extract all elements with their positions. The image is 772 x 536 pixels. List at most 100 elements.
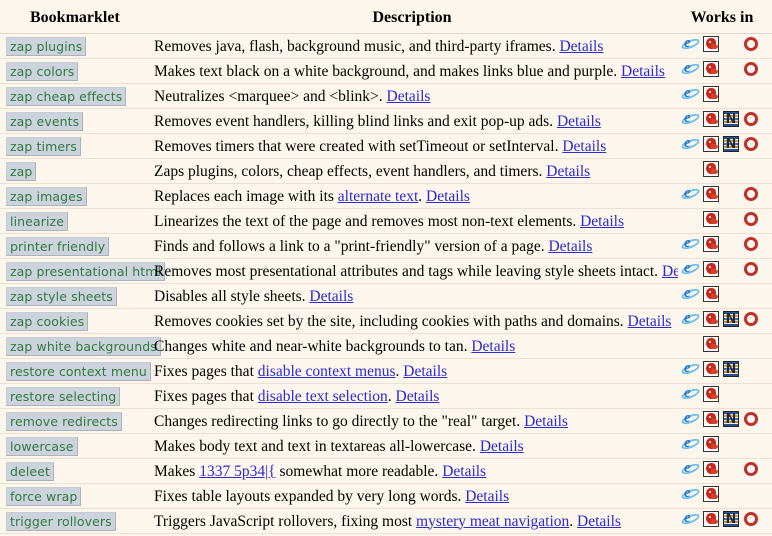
description-text-after-link: .	[418, 187, 423, 205]
description-text: Removes cookies set by the site, includi…	[154, 312, 624, 330]
opera-icon	[743, 136, 759, 152]
details-link[interactable]: Details	[621, 63, 665, 80]
works-in-cell: e	[678, 233, 772, 259]
bookmarklet-link[interactable]: zap cheap effects	[6, 86, 127, 106]
opera-icon	[743, 36, 759, 52]
description-cell: Changes white and near-white backgrounds…	[146, 333, 678, 359]
internet-explorer-icon: e	[680, 85, 701, 102]
bookmarklet-link[interactable]: deleet	[6, 461, 54, 481]
bookmarklet-link[interactable]: zap cookies	[6, 311, 89, 331]
details-link[interactable]: Details	[471, 338, 515, 355]
bookmarklet-link[interactable]: zap images	[6, 186, 87, 206]
column-header-description: Description	[146, 0, 678, 34]
netscape-icon: N	[723, 135, 739, 152]
opera-icon	[743, 111, 759, 127]
description-cell: Makes text black on a white background, …	[146, 58, 678, 84]
description-cell: Makes 1337 5p34|{ somewhat more readable…	[146, 458, 678, 484]
description-text: Fixes pages that	[154, 387, 254, 405]
table-row: restore selecting Fixes pages that disabl…	[0, 383, 772, 409]
description-text: Removes most presentational attributes a…	[154, 262, 659, 280]
opera-icon	[743, 211, 759, 227]
bookmarklet-link[interactable]: zap plugins	[6, 36, 87, 56]
inline-link[interactable]: 1337 5p34|{	[199, 463, 275, 480]
details-link[interactable]: Details	[557, 113, 601, 130]
browser-icon-group	[682, 335, 759, 352]
bookmarklet-link[interactable]: linearize	[6, 211, 68, 231]
bookmarklet-link[interactable]: zap presentational html	[6, 261, 166, 281]
bookmarklet-name-cell: zap cheap effects	[0, 83, 146, 109]
details-link[interactable]: Details	[546, 163, 590, 180]
bookmarklet-link[interactable]: lowercase	[6, 436, 78, 456]
bookmarklet-name-cell: force wrap	[0, 483, 146, 509]
description-cell: Neutralizes <marquee> and <blink>. Detai…	[146, 83, 678, 109]
details-link[interactable]: Details	[524, 413, 568, 430]
bookmarklet-name-cell: restore selecting	[0, 383, 146, 409]
details-link[interactable]: Details	[403, 363, 447, 380]
bookmarklet-name-cell: zap presentational html	[0, 258, 166, 284]
details-link[interactable]: Details	[465, 488, 509, 505]
details-link[interactable]: Details	[628, 313, 672, 330]
bookmarklet-link[interactable]: remove redirects	[6, 411, 122, 431]
opera-icon	[743, 186, 759, 202]
details-link[interactable]: Details	[309, 288, 353, 305]
mozilla-icon	[703, 235, 719, 252]
description-cell: Makes body text and text in textareas al…	[146, 433, 678, 459]
works-in-cell: eN	[678, 133, 772, 159]
browser-icon-group: e	[680, 235, 759, 252]
table-row: deleet Makes 1337 5p34|{ somewhat more re…	[0, 458, 772, 484]
details-link[interactable]: Details	[426, 188, 470, 205]
details-link[interactable]: Details	[480, 438, 524, 455]
table-row: linearize Linearizes the text of the page…	[0, 208, 772, 234]
details-link[interactable]: Details	[662, 263, 678, 280]
details-link[interactable]: Details	[387, 88, 431, 105]
inline-link[interactable]: mystery meat navigation	[416, 513, 569, 530]
table-row: force wrap Fixes table layouts expanded b…	[0, 483, 772, 509]
inline-link[interactable]: disable context menus	[258, 363, 396, 380]
works-in-cell	[678, 208, 772, 234]
bookmarklet-name-cell: lowercase	[0, 433, 146, 459]
inline-link[interactable]: alternate text	[338, 188, 418, 205]
bookmarklet-link[interactable]: zap white backgrounds	[6, 336, 161, 356]
bookmarklet-link[interactable]: restore selecting	[6, 386, 121, 406]
bookmarklet-link[interactable]: trigger rollovers	[6, 511, 116, 531]
table-row: zap white backgrounds Changes white and n…	[0, 333, 772, 359]
description-text: Removes timers that were created with se…	[154, 137, 559, 155]
icon-placeholder	[743, 361, 759, 377]
internet-explorer-icon: e	[680, 260, 701, 277]
details-link[interactable]: Details	[577, 513, 621, 530]
browser-icon-group: eN	[680, 360, 759, 377]
browser-icon-group: e	[680, 185, 759, 202]
description-text: Zaps plugins, colors, cheap effects, eve…	[154, 162, 543, 180]
bookmarklet-name-cell: printer friendly	[0, 233, 146, 259]
description-text: Replaces each image with its	[154, 187, 334, 205]
mozilla-icon	[703, 435, 719, 452]
table-row: remove redirects Changes redirecting link…	[0, 408, 772, 434]
bookmarklet-link[interactable]: zap style sheets	[6, 286, 117, 306]
header-row: Bookmarklet Description Works in	[0, 0, 772, 34]
icon-placeholder	[743, 336, 759, 352]
table-row: zap style sheets Disables all style sheet…	[0, 283, 772, 309]
bookmarklet-link[interactable]: zap events	[6, 111, 84, 131]
details-link[interactable]: Details	[548, 238, 592, 255]
details-link[interactable]: Details	[442, 463, 486, 480]
works-in-cell: eN	[678, 408, 772, 434]
details-link[interactable]: Details	[559, 38, 603, 55]
bookmarklet-link[interactable]: printer friendly	[6, 236, 110, 256]
inline-link[interactable]: disable text selection	[258, 388, 388, 405]
bookmarklet-link[interactable]: force wrap	[6, 486, 82, 506]
details-link[interactable]: Details	[562, 138, 606, 155]
description-cell: Replaces each image with its alternate t…	[146, 183, 678, 209]
details-link[interactable]: Details	[396, 388, 440, 405]
details-link[interactable]: Details	[580, 213, 624, 230]
internet-explorer-icon: e	[680, 360, 701, 377]
bookmarklet-link[interactable]: zap	[6, 161, 37, 181]
table-row: restore context menu Fixes pages that dis…	[0, 358, 772, 384]
description-text: Changes redirecting links to go directly…	[154, 412, 521, 430]
bookmarklet-link[interactable]: zap timers	[6, 136, 82, 156]
bookmarklet-link[interactable]: zap colors	[6, 61, 79, 81]
browser-icon-group: e	[680, 60, 759, 77]
netscape-icon: N	[723, 360, 739, 377]
table-row: zap colors Makes text black on a white ba…	[0, 58, 772, 84]
bookmarklet-link[interactable]: restore context menu	[6, 361, 151, 381]
mozilla-icon	[703, 35, 719, 52]
